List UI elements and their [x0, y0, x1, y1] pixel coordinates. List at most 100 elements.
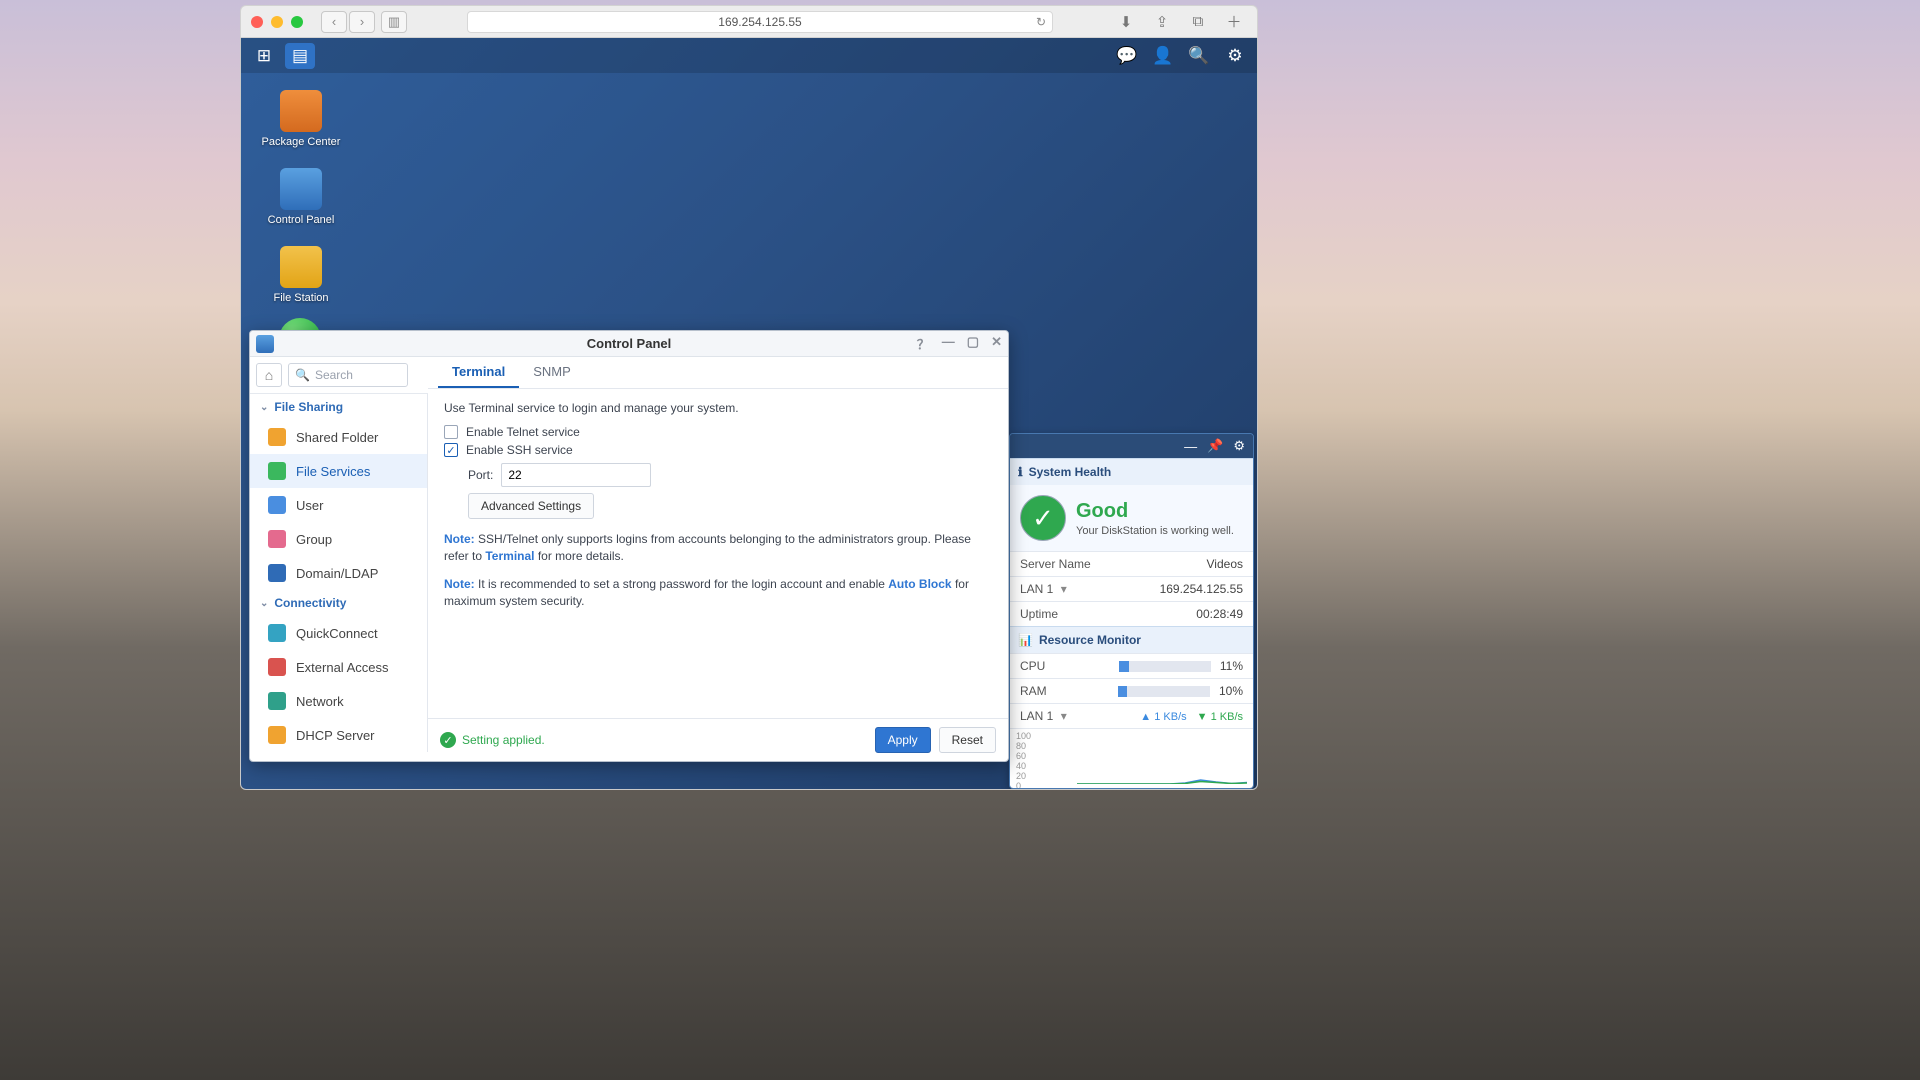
- desktop-icon-label: Control Panel: [268, 214, 335, 226]
- sidebar-category[interactable]: ⌄File Sharing: [250, 394, 427, 420]
- file-station-icon: [280, 246, 322, 288]
- tab-snmp[interactable]: SNMP: [519, 357, 585, 388]
- sidebar-item-domain-ldap[interactable]: Domain/LDAP: [250, 556, 427, 590]
- kv-value: 169.254.125.55: [1160, 582, 1243, 596]
- kv-key: Server Name: [1020, 557, 1091, 571]
- help-button[interactable]: ？: [917, 334, 930, 353]
- port-input[interactable]: [501, 463, 651, 487]
- sidebar-item-network[interactable]: Network: [250, 684, 427, 718]
- newtab-icon[interactable]: ＋: [1221, 11, 1247, 33]
- notifications-icon[interactable]: 💬: [1113, 43, 1141, 69]
- upload-value: 1 KB/s: [1154, 711, 1186, 723]
- search-icon[interactable]: 🔍: [1185, 43, 1213, 69]
- widget-header: — 📌 ⚙︎: [1010, 434, 1253, 458]
- kv-key: Uptime: [1020, 607, 1058, 621]
- url-bar[interactable]: 169.254.125.55 ↻: [467, 11, 1053, 33]
- download-icon: ▼: [1197, 711, 1211, 723]
- widget-settings-icon[interactable]: ⚙︎: [1233, 438, 1245, 454]
- system-health-title: ℹ︎ System Health: [1010, 458, 1253, 485]
- telnet-checkbox-row[interactable]: Enable Telnet service: [444, 425, 992, 439]
- main-menu-icon[interactable]: ⊞: [249, 43, 279, 69]
- close-icon[interactable]: [251, 16, 263, 28]
- close-button[interactable]: ✕: [991, 334, 1002, 353]
- system-health-body: ✓ Good Your DiskStation is working well.: [1010, 485, 1253, 551]
- cpu-row: CPU 11%: [1010, 653, 1253, 678]
- note-label: Note:: [444, 532, 475, 546]
- terminal-link[interactable]: Terminal: [485, 549, 534, 563]
- forward-button[interactable]: ›: [349, 11, 375, 33]
- dsm-taskbar: ⊞ ▤ 💬 👤 🔍 ⚙︎: [241, 38, 1257, 73]
- checkbox-icon[interactable]: ✓: [444, 443, 458, 457]
- section-label: System Health: [1029, 465, 1112, 479]
- window-traffic-lights[interactable]: [251, 16, 303, 28]
- sidebar-button[interactable]: ▥: [381, 11, 407, 33]
- user-icon[interactable]: 👤: [1149, 43, 1177, 69]
- note-1: Note: SSH/Telnet only supports logins fr…: [444, 531, 992, 566]
- telnet-label: Enable Telnet service: [466, 425, 580, 439]
- search-input[interactable]: 🔍 Search: [288, 363, 408, 387]
- home-button[interactable]: ⌂: [256, 363, 282, 387]
- ram-bar: [1118, 686, 1210, 697]
- cp-toolbar: ⌂ 🔍 Search: [250, 357, 428, 394]
- sidebar-category[interactable]: ⌄Connectivity: [250, 590, 427, 616]
- minimize-button[interactable]: —: [942, 334, 955, 353]
- sidebar-item-group[interactable]: Group: [250, 522, 427, 556]
- cp-sidebar[interactable]: ⌄File SharingShared FolderFile Services U…: [250, 394, 428, 752]
- maximize-button[interactable]: ▢: [967, 334, 979, 353]
- desktop-icon-label: File Station: [273, 292, 328, 304]
- resource-monitor-title: 📊 Resource Monitor: [1010, 626, 1253, 653]
- widget-pin-icon[interactable]: 📌: [1207, 438, 1223, 454]
- sidebar-icon: [268, 428, 286, 446]
- sidebar-item-shared-folder[interactable]: Shared Folder: [250, 420, 427, 454]
- y-axis-ticks: 100806040200: [1016, 731, 1031, 789]
- minimize-icon[interactable]: [271, 16, 283, 28]
- sidebar-item-user[interactable]: User: [250, 488, 427, 522]
- advanced-settings-button[interactable]: Advanced Settings: [468, 493, 594, 519]
- sidebar-icon: [268, 726, 286, 744]
- tabs-icon[interactable]: ⧉: [1185, 11, 1211, 33]
- chevron-down-icon[interactable]: ▾: [1061, 709, 1067, 723]
- ram-label: RAM: [1020, 684, 1047, 698]
- desktop-icon-control-panel[interactable]: Control Panel: [261, 168, 341, 226]
- chevron-down-icon: ⌄: [260, 402, 268, 413]
- note-2: Note: It is recommended to set a strong …: [444, 576, 992, 611]
- kv-value: Videos: [1207, 557, 1243, 571]
- chevron-down-icon[interactable]: ▾: [1061, 582, 1067, 596]
- sidebar-item-label: User: [296, 498, 323, 513]
- widgets-icon[interactable]: ⚙︎: [1221, 43, 1249, 69]
- reload-icon[interactable]: ↻: [1036, 15, 1046, 29]
- reset-button[interactable]: Reset: [939, 727, 996, 753]
- apply-button[interactable]: Apply: [875, 727, 931, 753]
- zoom-icon[interactable]: [291, 16, 303, 28]
- cp-footer: ✓ Setting applied. Apply Reset: [428, 718, 1008, 761]
- sidebar-icon: [268, 692, 286, 710]
- search-placeholder: Search: [315, 368, 353, 382]
- kv-row: Server Name Videos: [1010, 551, 1253, 576]
- widget-minimize-icon[interactable]: —: [1184, 439, 1197, 454]
- kv-value: 00:28:49: [1196, 607, 1243, 621]
- desktop-icon-file-station[interactable]: File Station: [261, 246, 341, 304]
- ssh-label: Enable SSH service: [466, 443, 573, 457]
- desktop-icon-package-center[interactable]: Package Center: [261, 90, 341, 148]
- download-icon[interactable]: ⬇: [1113, 11, 1139, 33]
- section-label: Resource Monitor: [1039, 633, 1141, 647]
- cp-titlebar[interactable]: Control Panel ？ — ▢ ✕: [250, 331, 1008, 357]
- share-icon[interactable]: ⇪: [1149, 11, 1175, 33]
- cp-window-icon: [256, 335, 274, 353]
- back-button[interactable]: ‹: [321, 11, 347, 33]
- network-sparkline: 100806040200: [1010, 728, 1253, 788]
- sidebar-item-label: DHCP Server: [296, 728, 375, 743]
- sidebar-item-external-access[interactable]: External Access: [250, 650, 427, 684]
- taskbar-app-controlpanel[interactable]: ▤: [285, 43, 315, 69]
- checkbox-icon[interactable]: [444, 425, 458, 439]
- lan-label: LAN 1 ▾: [1020, 709, 1067, 723]
- sidebar-icon: [268, 658, 286, 676]
- sidebar-item-file-services[interactable]: File Services: [250, 454, 427, 488]
- ssh-checkbox-row[interactable]: ✓ Enable SSH service: [444, 443, 992, 457]
- check-icon: ✓: [1020, 495, 1066, 541]
- sidebar-item-quickconnect[interactable]: QuickConnect: [250, 616, 427, 650]
- tab-terminal[interactable]: Terminal: [438, 357, 519, 388]
- autoblock-link[interactable]: Auto Block: [888, 577, 951, 591]
- sidebar-item-dhcp-server[interactable]: DHCP Server: [250, 718, 427, 752]
- status-message: ✓ Setting applied.: [440, 732, 545, 748]
